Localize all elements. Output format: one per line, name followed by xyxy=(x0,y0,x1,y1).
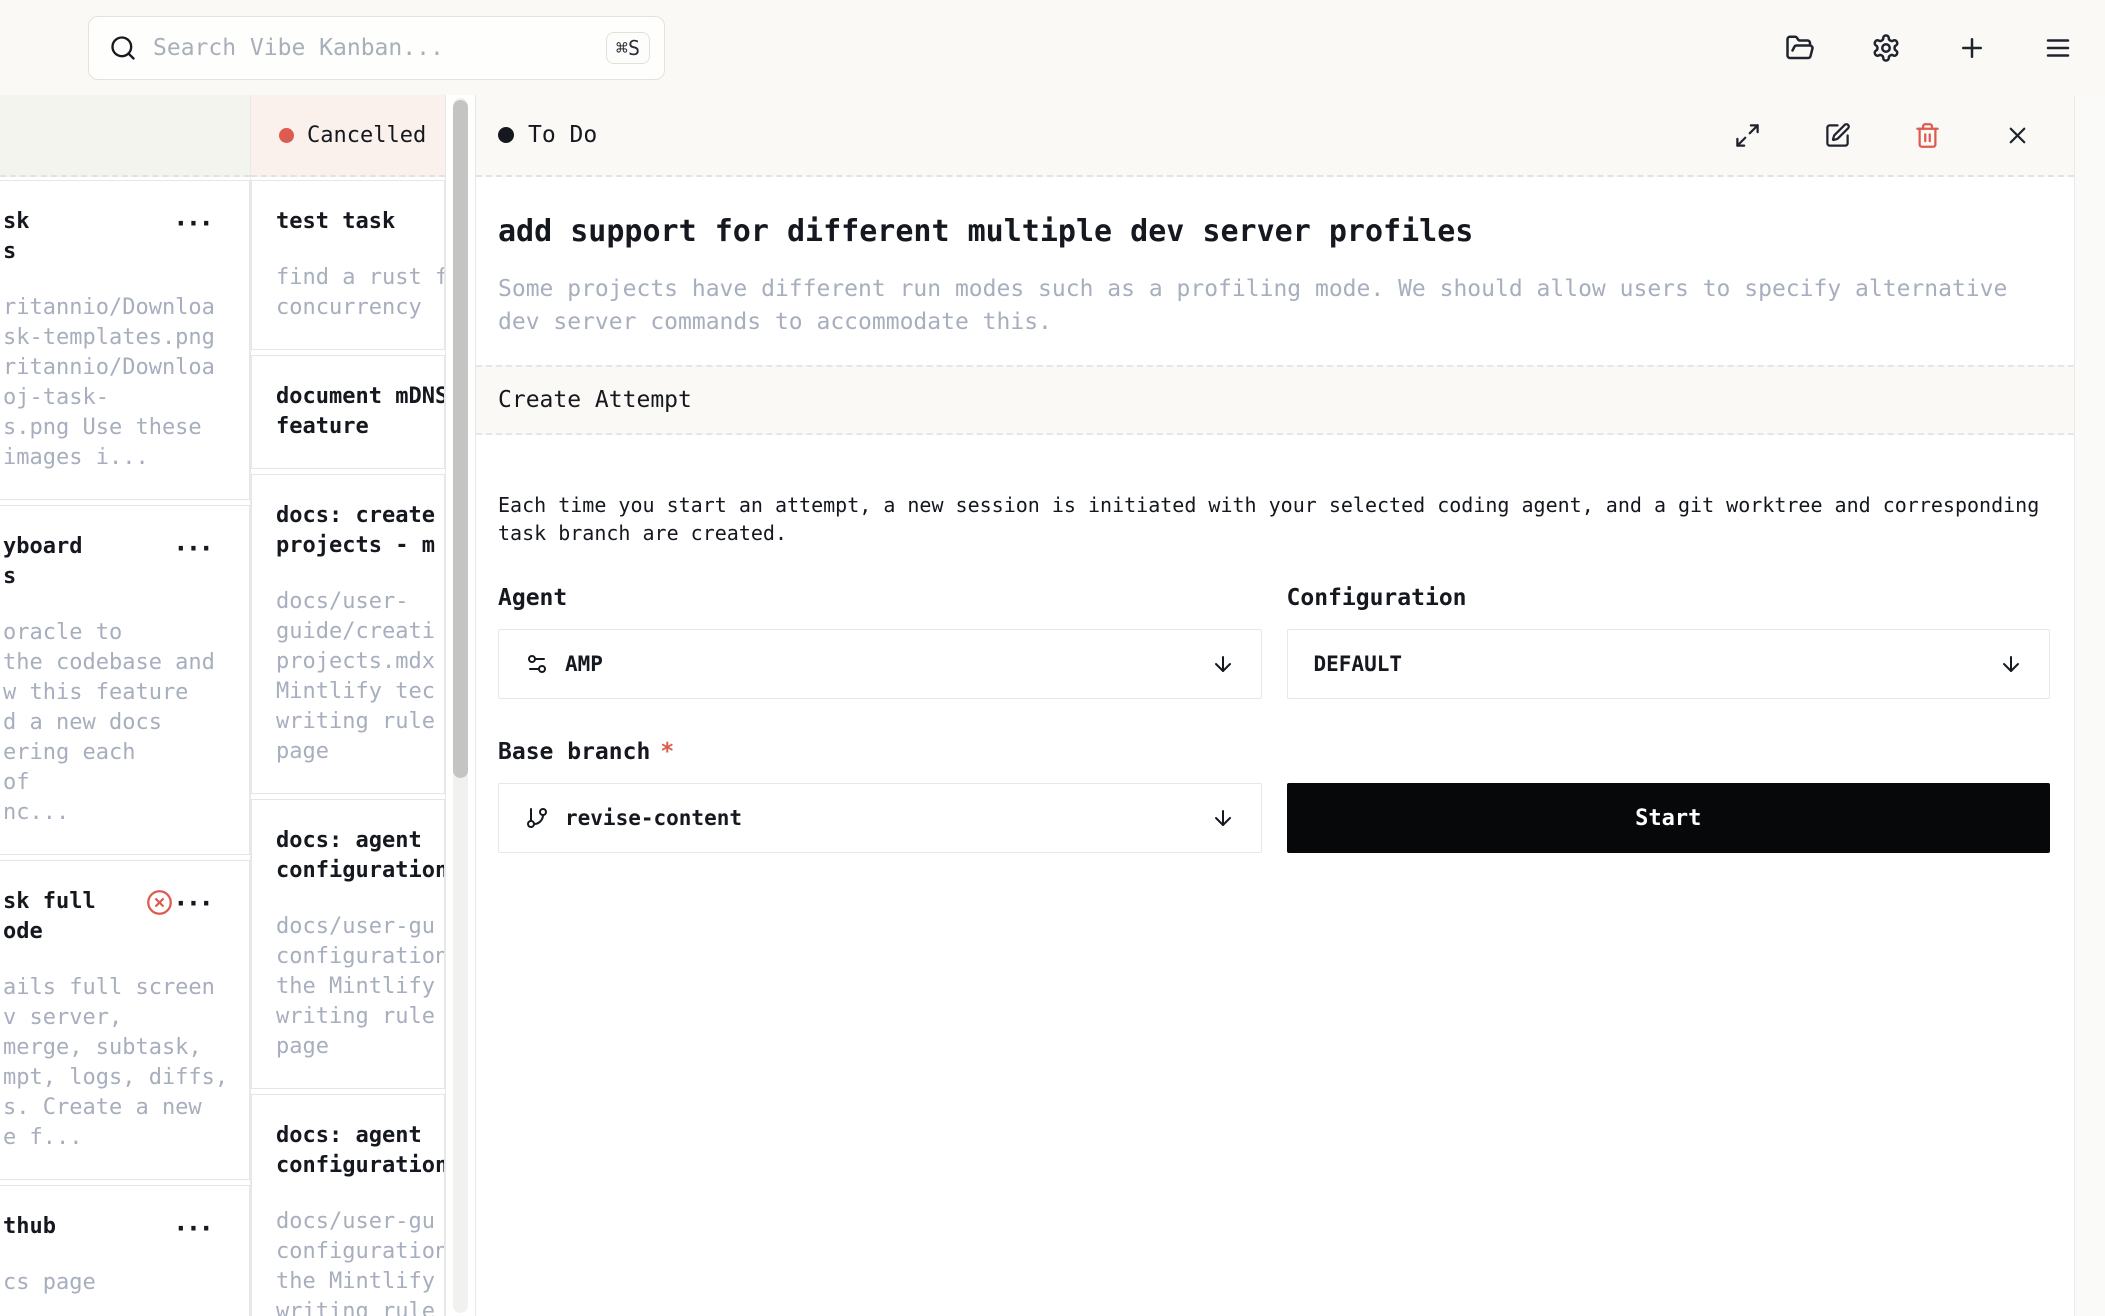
task-card[interactable]: docs: create projects - m docs/user- gui… xyxy=(251,474,445,794)
required-asterisk: * xyxy=(660,739,675,765)
base-branch-label: Base branch * xyxy=(498,739,675,765)
close-icon[interactable] xyxy=(2000,118,2034,152)
column-header-left xyxy=(0,95,250,177)
scrollbar-thumb[interactable] xyxy=(453,100,468,778)
search-input[interactable] xyxy=(153,34,606,61)
settings-gear-icon[interactable] xyxy=(1869,31,1903,65)
column-title: Cancelled xyxy=(307,122,427,148)
task-card[interactable]: document mDNS feature xyxy=(251,355,445,469)
arrow-down-icon xyxy=(1214,810,1231,826)
agent-select[interactable]: AMP xyxy=(498,629,1262,699)
card-desc: oracle to the codebase and w this featur… xyxy=(3,620,215,825)
task-card[interactable]: docs: agent configuration docs/user-gu c… xyxy=(251,799,445,1089)
cancelled-status-dot xyxy=(279,127,294,143)
more-menu-icon[interactable]: ··· xyxy=(173,211,214,237)
topbar-actions xyxy=(1783,31,2075,65)
card-desc: docs/user-gu configuration the Mintlify … xyxy=(276,914,445,1059)
add-task-plus-icon[interactable] xyxy=(1955,31,1989,65)
attempt-helper-text: Each time you start an attempt, a new se… xyxy=(498,493,2040,545)
arrow-down-icon xyxy=(1214,656,1231,672)
create-attempt-section-header: Create Attempt xyxy=(476,365,2074,435)
panel-header: To Do xyxy=(476,95,2074,177)
agent-value: AMP xyxy=(565,652,603,676)
card-title: yboard s xyxy=(3,534,83,589)
create-attempt-form: Agent Configuration AMP DEFAULT Base bra… xyxy=(498,585,2050,853)
delete-trash-icon[interactable] xyxy=(1910,118,1944,152)
card-desc: cs page xyxy=(3,1270,96,1295)
edit-icon[interactable] xyxy=(1820,118,1854,152)
main-area: ··· sk s ritannio/Downloa sk-templates.p… xyxy=(0,95,2105,1316)
configuration-label: Configuration xyxy=(1286,585,1467,611)
column-header-cancelled: Cancelled xyxy=(251,95,445,177)
expand-icon[interactable] xyxy=(1730,118,1764,152)
card-title: document mDNS feature xyxy=(276,384,445,439)
todo-status-dot xyxy=(498,127,514,143)
arrow-down-icon xyxy=(2003,656,2019,672)
more-menu-icon[interactable]: ··· xyxy=(173,536,214,562)
task-description: Some projects have different run modes s… xyxy=(498,276,2008,335)
agent-label: Agent xyxy=(498,585,568,611)
base-branch-value: revise-content xyxy=(565,806,743,830)
more-menu-icon[interactable]: ··· xyxy=(173,1216,214,1242)
card-desc: ritannio/Downloa sk-templates.png ritann… xyxy=(3,295,215,470)
card-desc: docs/user-gu configuration the Mintlify … xyxy=(276,1209,445,1316)
topbar: ⌘S xyxy=(0,0,2105,95)
cancelled-badge-icon xyxy=(146,889,173,916)
card-title: docs: agent configuration xyxy=(276,1123,445,1178)
git-branch-icon xyxy=(527,808,547,828)
sliders-icon xyxy=(528,655,546,673)
column-cards-cancelled: test task find a rust f concurrency docu… xyxy=(251,177,445,1316)
task-card[interactable]: docs: agent configuration docs/user-gu c… xyxy=(251,1094,445,1316)
base-branch-select[interactable]: revise-content xyxy=(498,783,1262,853)
task-card[interactable]: test task find a rust f concurrency xyxy=(251,180,445,350)
card-title: sk s xyxy=(3,209,30,264)
configuration-select[interactable]: DEFAULT xyxy=(1286,629,2050,699)
start-button[interactable]: Start xyxy=(1286,783,2050,853)
kanban-column-left: ··· sk s ritannio/Downloa sk-templates.p… xyxy=(0,95,251,1316)
task-card[interactable]: ··· yboard s oracle to the codebase and … xyxy=(0,505,250,855)
open-folder-icon[interactable] xyxy=(1783,31,1817,65)
card-title: docs: agent configuration xyxy=(276,828,445,883)
task-card[interactable]: ··· sk full ode ails full screen v serve… xyxy=(0,860,250,1180)
configuration-value: DEFAULT xyxy=(1313,652,1403,676)
search-shortcut-badge: ⌘S xyxy=(605,31,650,64)
panel-body: add support for different multiple dev s… xyxy=(476,177,2074,1316)
card-title: docs: create projects - m xyxy=(276,503,435,558)
card-desc: ails full screen v server, merge, subtas… xyxy=(3,975,229,1150)
task-card[interactable]: ··· sk s ritannio/Downloa sk-templates.p… xyxy=(0,180,250,500)
card-title: thub xyxy=(3,1214,56,1239)
card-desc: docs/user- guide/creati projects.mdx Min… xyxy=(276,589,435,764)
card-title: test task xyxy=(276,209,396,234)
card-title: sk full ode xyxy=(3,889,96,944)
task-card[interactable]: ··· thub cs page xyxy=(0,1185,250,1316)
board-scrollbar[interactable] xyxy=(446,95,476,1316)
more-menu-icon[interactable]: ··· xyxy=(173,891,214,917)
card-desc: find a rust f concurrency xyxy=(276,265,444,320)
search-box[interactable]: ⌘S xyxy=(88,15,665,80)
task-detail-panel: To Do add support for different multiple… xyxy=(476,95,2074,1316)
hamburger-menu-icon[interactable] xyxy=(2041,31,2075,65)
search-icon xyxy=(111,35,135,60)
column-cards-left: ··· sk s ritannio/Downloa sk-templates.p… xyxy=(0,177,250,1316)
task-title: add support for different multiple dev s… xyxy=(498,214,1474,249)
kanban-column-cancelled: Cancelled test task find a rust f concur… xyxy=(251,95,446,1316)
status-label: To Do xyxy=(528,122,598,148)
panel-scrollbar-gutter[interactable] xyxy=(2074,95,2105,1316)
